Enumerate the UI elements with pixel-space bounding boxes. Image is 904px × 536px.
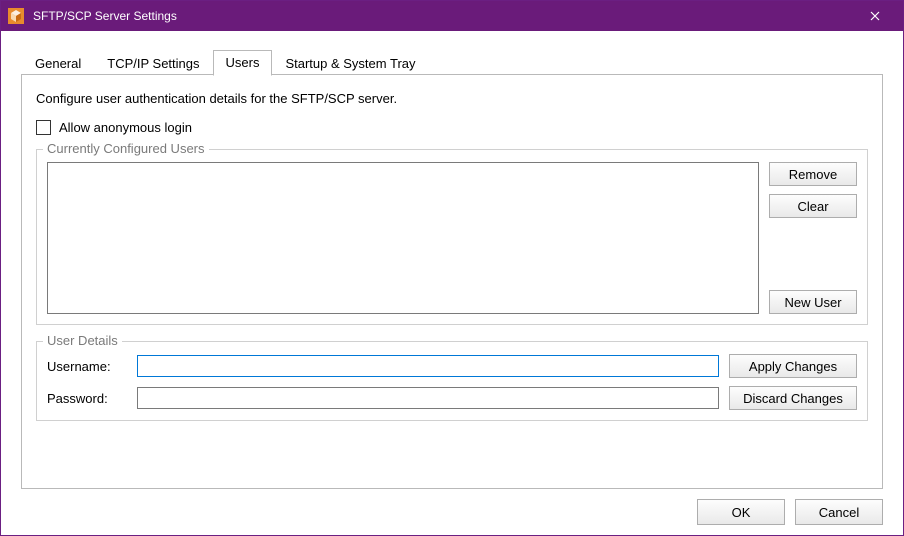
- apply-changes-button[interactable]: Apply Changes: [729, 354, 857, 378]
- discard-changes-button[interactable]: Discard Changes: [729, 386, 857, 410]
- configured-users-fieldset: Currently Configured Users Remove Clear …: [36, 149, 868, 325]
- users-description: Configure user authentication details fo…: [36, 91, 868, 106]
- app-icon: [7, 7, 25, 25]
- user-details-legend: User Details: [43, 333, 122, 348]
- close-icon: [870, 11, 880, 21]
- user-details-fieldset: User Details Username: Apply Changes Pas…: [36, 341, 868, 421]
- close-button[interactable]: [855, 1, 895, 31]
- allow-anonymous-label: Allow anonymous login: [59, 120, 192, 135]
- remove-button[interactable]: Remove: [769, 162, 857, 186]
- tab-tcpip[interactable]: TCP/IP Settings: [94, 51, 212, 76]
- users-tab-panel: Configure user authentication details fo…: [21, 74, 883, 489]
- username-label: Username:: [47, 359, 127, 374]
- allow-anonymous-row: Allow anonymous login: [36, 120, 868, 135]
- window-title: SFTP/SCP Server Settings: [33, 9, 855, 23]
- configured-users-list[interactable]: [47, 162, 759, 314]
- tab-startup[interactable]: Startup & System Tray: [272, 51, 428, 76]
- clear-button[interactable]: Clear: [769, 194, 857, 218]
- dialog-footer: OK Cancel: [697, 499, 883, 525]
- titlebar: SFTP/SCP Server Settings: [1, 1, 903, 31]
- ok-button[interactable]: OK: [697, 499, 785, 525]
- client-area: General TCP/IP Settings Users Startup & …: [1, 31, 903, 535]
- new-user-button[interactable]: New User: [769, 290, 857, 314]
- tab-users[interactable]: Users: [213, 50, 273, 76]
- tab-general[interactable]: General: [22, 51, 94, 76]
- settings-window: SFTP/SCP Server Settings General TCP/IP …: [0, 0, 904, 536]
- password-input[interactable]: [137, 387, 719, 409]
- username-input[interactable]: [137, 355, 719, 377]
- tab-strip: General TCP/IP Settings Users Startup & …: [22, 49, 903, 75]
- password-label: Password:: [47, 391, 127, 406]
- configured-users-legend: Currently Configured Users: [43, 141, 209, 156]
- cancel-button[interactable]: Cancel: [795, 499, 883, 525]
- allow-anonymous-checkbox[interactable]: [36, 120, 51, 135]
